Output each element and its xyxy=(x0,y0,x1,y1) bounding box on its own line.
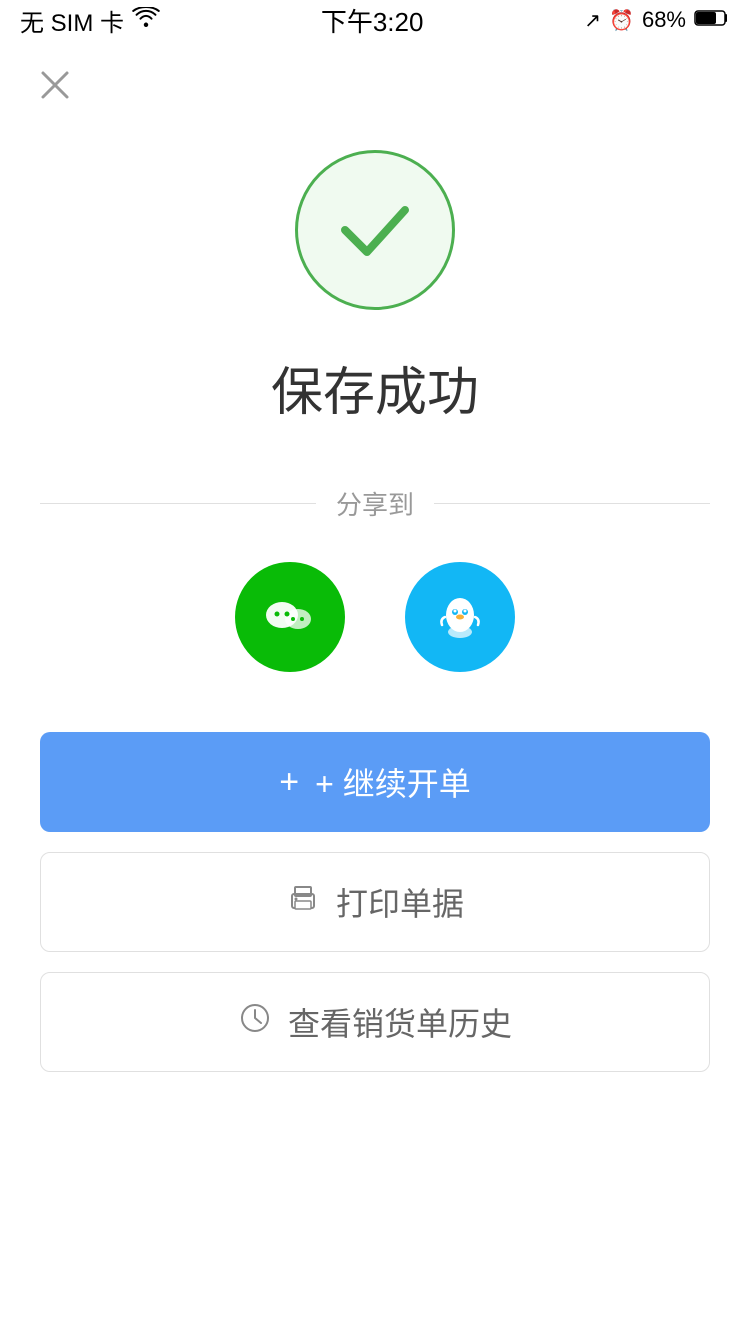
wifi-icon xyxy=(132,6,160,34)
success-icon-circle xyxy=(295,150,455,310)
clock-icon xyxy=(238,1001,272,1043)
share-section: 分享到 xyxy=(40,485,710,522)
battery-text: 68% xyxy=(642,7,686,33)
location-icon: ↗ xyxy=(584,8,601,33)
action-buttons: + + 继续开单 打印单据 查看销货单历史 xyxy=(40,732,710,1072)
continue-order-label: + 继续开单 xyxy=(315,759,471,805)
printer-icon xyxy=(286,881,320,923)
print-label: 打印单据 xyxy=(336,879,464,925)
continue-order-button[interactable]: + + 继续开单 xyxy=(40,732,710,832)
share-icons-row xyxy=(235,562,515,672)
qq-share-button[interactable] xyxy=(405,562,515,672)
main-content: 保存成功 分享到 xyxy=(0,130,750,1072)
status-left: 无 SIM 卡 xyxy=(20,3,160,38)
share-label: 分享到 xyxy=(336,485,414,522)
share-line-right xyxy=(434,503,710,504)
wechat-share-button[interactable] xyxy=(235,562,345,672)
battery-icon xyxy=(694,7,730,33)
success-title: 保存成功 xyxy=(271,350,479,425)
status-bar: 无 SIM 卡 下午3:20 ↗ ⏰ 68% xyxy=(0,0,750,40)
plus-icon: + xyxy=(279,763,299,802)
close-button-wrap xyxy=(0,40,750,130)
history-label: 查看销货单历史 xyxy=(288,999,512,1045)
share-line-left xyxy=(40,503,316,504)
no-sim-text: 无 SIM 卡 xyxy=(20,3,124,38)
history-button[interactable]: 查看销货单历史 xyxy=(40,972,710,1072)
status-time: 下午3:20 xyxy=(321,2,424,39)
print-button[interactable]: 打印单据 xyxy=(40,852,710,952)
close-button[interactable] xyxy=(30,60,80,110)
status-right: ↗ ⏰ 68% xyxy=(584,7,730,33)
alarm-icon: ⏰ xyxy=(609,8,634,33)
